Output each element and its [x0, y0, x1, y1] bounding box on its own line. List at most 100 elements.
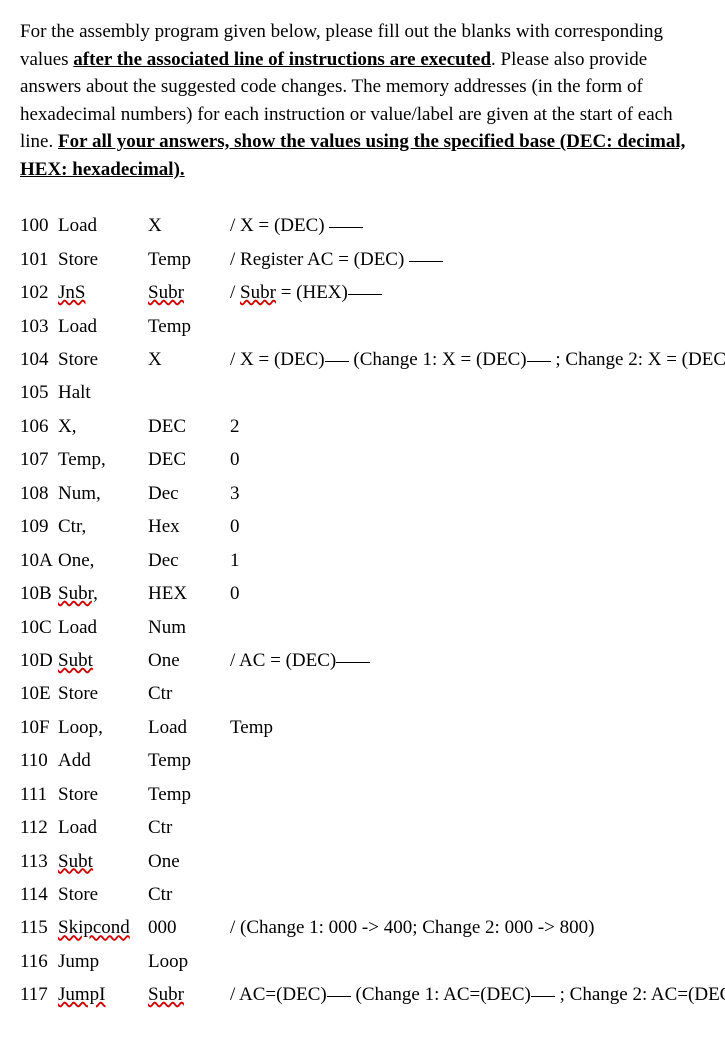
value: 0 [230, 512, 705, 541]
line-10D: 10D Subt One / AC = (DEC) [20, 646, 705, 675]
comment-text: (Change 1: X = (DEC) [349, 349, 527, 370]
blank[interactable] [348, 294, 382, 295]
line-113: 113 Subt One [20, 847, 705, 876]
line-100: 100 Load X / X = (DEC) [20, 211, 705, 240]
operand: Subr [148, 278, 230, 307]
label: X, [58, 412, 148, 441]
line-104: 104 Store X / X = (DEC) (Change 1: X = (… [20, 345, 705, 374]
directive: HEX [148, 579, 230, 608]
value: 3 [230, 479, 705, 508]
squiggle-word: Subr [240, 282, 276, 303]
label: One, [58, 546, 148, 575]
operand: Temp [148, 746, 230, 775]
line-112: 112 Load Ctr [20, 813, 705, 842]
operand: 000 [148, 913, 230, 942]
addr: 107 [20, 445, 58, 474]
opcode: JnS [58, 278, 148, 307]
value: 2 [230, 412, 705, 441]
addr: 104 [20, 345, 58, 374]
line-10E: 10E Store Ctr [20, 679, 705, 708]
addr: 110 [20, 746, 58, 775]
opcode: Store [58, 245, 148, 274]
squiggle-word: Subr, [58, 583, 98, 604]
comment-text: / X = (DEC) [230, 349, 325, 370]
blank[interactable] [336, 662, 370, 663]
squiggle-word: JumpI [58, 984, 106, 1005]
squiggle-word: JnS [58, 282, 85, 303]
comment: / X = (DEC) (Change 1: X = (DEC) ; Chang… [230, 345, 725, 374]
opcode: Jump [58, 947, 148, 976]
line-109: 109 Ctr, Hex 0 [20, 512, 705, 541]
addr: 10C [20, 613, 58, 642]
value: 1 [230, 546, 705, 575]
comment-text: / AC=(DEC) [230, 984, 327, 1005]
intro-bold-underline-2: For all your answers, show the values us… [20, 131, 685, 180]
addr: 115 [20, 913, 58, 942]
addr: 114 [20, 880, 58, 909]
opcode: Load [148, 713, 230, 742]
directive: Dec [148, 479, 230, 508]
operand: Temp [148, 312, 230, 341]
blank[interactable] [329, 227, 363, 228]
addr: 100 [20, 211, 58, 240]
comment: / (Change 1: 000 -> 400; Change 2: 000 -… [230, 913, 705, 942]
value: 0 [230, 445, 705, 474]
addr: 112 [20, 813, 58, 842]
line-107: 107 Temp, DEC 0 [20, 445, 705, 474]
operand: Num [148, 613, 230, 642]
operand: Ctr [148, 880, 230, 909]
addr: 102 [20, 278, 58, 307]
addr: 117 [20, 980, 58, 1009]
opcode: Load [58, 813, 148, 842]
addr: 108 [20, 479, 58, 508]
operand: Temp [148, 780, 230, 809]
line-10C: 10C Load Num [20, 613, 705, 642]
blank[interactable] [409, 261, 443, 262]
squiggle-word: Subt [58, 650, 93, 671]
addr: 10B [20, 579, 58, 608]
label: Temp, [58, 445, 148, 474]
comment-text: / [230, 282, 240, 303]
value: 0 [230, 579, 705, 608]
label: Loop, [58, 713, 148, 742]
directive: DEC [148, 412, 230, 441]
addr: 10A [20, 546, 58, 575]
opcode: Subt [58, 847, 148, 876]
opcode: Store [58, 679, 148, 708]
opcode: Load [58, 312, 148, 341]
blank[interactable] [325, 361, 349, 362]
opcode: Store [58, 345, 148, 374]
opcode: JumpI [58, 980, 148, 1009]
line-10A: 10A One, Dec 1 [20, 546, 705, 575]
comment: / Subr = (HEX) [230, 278, 705, 307]
line-110: 110 Add Temp [20, 746, 705, 775]
directive: DEC [148, 445, 230, 474]
line-101: 101 Store Temp / Register AC = (DEC) [20, 245, 705, 274]
squiggle-word: Subr [148, 282, 184, 303]
operand: Temp [148, 245, 230, 274]
comment-text: ; Change 2: X = (DEC) [551, 349, 725, 370]
line-111: 111 Store Temp [20, 780, 705, 809]
comment: / AC=(DEC) (Change 1: AC=(DEC) ; Change … [230, 980, 725, 1009]
line-116: 116 Jump Loop [20, 947, 705, 976]
comment-text: / X = (DEC) [230, 215, 329, 236]
operand: One [148, 646, 230, 675]
comment-text: (Change 1: AC=(DEC) [351, 984, 531, 1005]
blank[interactable] [327, 996, 351, 997]
addr: 10F [20, 713, 58, 742]
operand: Ctr [148, 813, 230, 842]
intro-bold-underline-1: after the associated line of instruction… [73, 49, 491, 70]
opcode: Store [58, 880, 148, 909]
comment-text: / Register AC = (DEC) [230, 249, 409, 270]
blank[interactable] [527, 361, 551, 362]
blank[interactable] [531, 996, 555, 997]
comment-text: ; Change 2: AC=(DEC) [555, 984, 725, 1005]
line-106: 106 X, DEC 2 [20, 412, 705, 441]
opcode: Load [58, 211, 148, 240]
opcode: Skipcond [58, 913, 148, 942]
operand: Subr [148, 980, 230, 1009]
intro-paragraph: For the assembly program given below, pl… [20, 18, 705, 183]
opcode: Load [58, 613, 148, 642]
addr: 101 [20, 245, 58, 274]
line-102: 102 JnS Subr / Subr = (HEX) [20, 278, 705, 307]
